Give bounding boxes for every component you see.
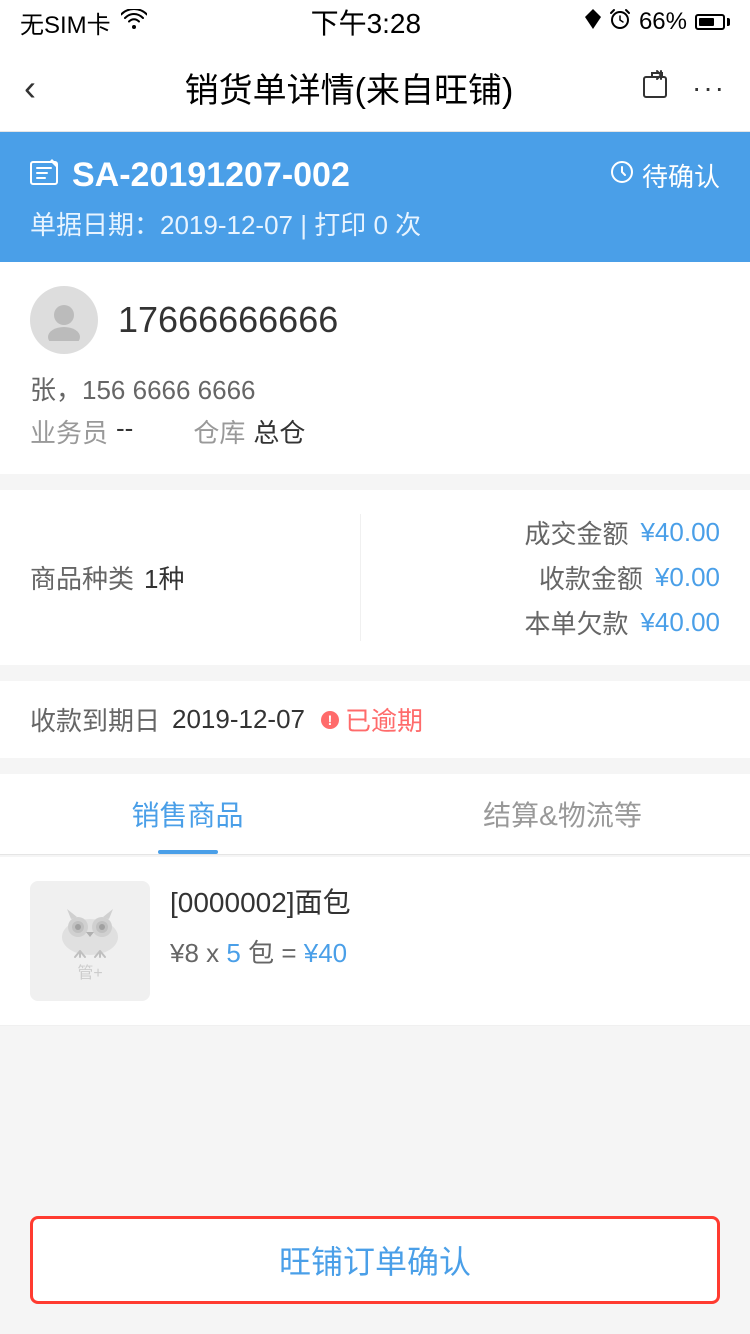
confirm-order-button[interactable]: 旺铺订单确认: [30, 1216, 720, 1304]
sales-value: --: [116, 413, 133, 450]
deal-amount-value: ¥40.00: [640, 517, 720, 548]
due-date-value: 2019-12-07: [172, 704, 305, 735]
product-total: ¥40: [304, 938, 347, 968]
status-clock-icon: [610, 160, 634, 191]
due-date-card: 收款到期日 2019-12-07 ! 已逾期: [0, 681, 750, 758]
page-title: 销货单详情(来自旺铺): [56, 63, 642, 112]
sales-meta: 业务员 --: [30, 413, 133, 450]
confirm-btn-container: 旺铺订单确认: [0, 1196, 750, 1334]
status-left: 无SIM卡: [20, 5, 147, 40]
tab-goods[interactable]: 销售商品: [0, 774, 375, 854]
customer-meta: 业务员 -- 仓库 总仓: [30, 413, 720, 450]
order-status: 待确认: [610, 157, 720, 194]
wifi-icon: [121, 8, 147, 36]
order-id-text: SA-20191207-002: [72, 156, 350, 195]
product-price-sep: x: [206, 938, 226, 968]
battery-percentage: 66%: [639, 8, 687, 36]
goods-type-value: 1种: [144, 559, 184, 596]
due-date-label: 收款到期日: [30, 701, 160, 738]
product-list: 管+ [0000002]面包 ¥8 x 5 包 = ¥40: [0, 857, 750, 1026]
owed-value: ¥40.00: [640, 607, 720, 638]
customer-top: 17666666666: [30, 286, 720, 354]
product-unit: 包: [248, 938, 274, 968]
confirm-order-label: 旺铺订单确认: [279, 1237, 471, 1283]
received-value: ¥0.00: [655, 562, 720, 593]
customer-card: 17666666666 张，156 6666 6666 业务员 -- 仓库 总仓: [0, 262, 750, 474]
status-bar: 无SIM卡 下午3:28 66%: [0, 0, 750, 44]
product-item: 管+ [0000002]面包 ¥8 x 5 包 = ¥40: [0, 857, 750, 1026]
nav-actions: ···: [642, 69, 726, 107]
product-info: [0000002]面包 ¥8 x 5 包 = ¥40: [170, 881, 720, 1001]
status-text: 待确认: [642, 157, 720, 194]
tab-settlement[interactable]: 结算&物流等: [375, 774, 750, 854]
order-id-icon: [30, 156, 62, 195]
owed-label: 本单欠款: [524, 604, 628, 641]
customer-avatar: [30, 286, 98, 354]
product-price: ¥8 x 5 包 = ¥40: [170, 933, 720, 970]
customer-name: 张，156 6666 6666: [30, 370, 720, 407]
back-button[interactable]: ‹: [24, 67, 36, 109]
carrier-text: 无SIM卡: [20, 5, 111, 40]
status-time: 下午3:28: [311, 2, 422, 42]
sales-label: 业务员: [30, 413, 108, 450]
product-qty: 5: [226, 938, 240, 968]
share-button[interactable]: [642, 69, 672, 107]
product-name: [0000002]面包: [170, 881, 720, 921]
product-thumbnail: 管+: [30, 881, 150, 1001]
status-right: 66%: [585, 8, 730, 37]
stats-left: 商品种类 1种: [30, 514, 361, 641]
goods-type-label: 商品种类: [30, 559, 134, 596]
location-icon: [585, 8, 601, 36]
deal-amount-item: 成交金额 ¥40.00: [391, 514, 721, 551]
product-eq: =: [281, 938, 303, 968]
product-thumb-label: 管+: [77, 959, 102, 983]
received-label: 收款金额: [539, 559, 643, 596]
tabs-container: 销售商品 结算&物流等: [0, 774, 750, 855]
order-header: SA-20191207-002 待确认 单据日期：2019-12-07 | 打印…: [0, 132, 750, 262]
overdue-badge: ! 已逾期: [321, 701, 423, 738]
warehouse-meta: 仓库 总仓: [193, 413, 305, 450]
customer-phone: 17666666666: [118, 299, 338, 341]
overdue-text: 已逾期: [345, 701, 423, 738]
owed-item: 本单欠款 ¥40.00: [391, 604, 721, 641]
overdue-dot-icon: !: [321, 711, 339, 729]
battery-icon: [695, 14, 730, 30]
more-button[interactable]: ···: [692, 72, 726, 104]
order-id-section: SA-20191207-002: [30, 156, 350, 195]
deal-amount-label: 成交金额: [524, 514, 628, 551]
warehouse-value: 总仓: [253, 413, 305, 450]
stats-right: 成交金额 ¥40.00 收款金额 ¥0.00 本单欠款 ¥40.00: [361, 514, 721, 641]
stats-card: 商品种类 1种 成交金额 ¥40.00 收款金额 ¥0.00 本单欠款 ¥40.…: [0, 490, 750, 665]
nav-bar: ‹ 销货单详情(来自旺铺) ···: [0, 44, 750, 132]
product-price-value: ¥8: [170, 938, 199, 968]
warehouse-label: 仓库: [193, 413, 245, 450]
received-item: 收款金额 ¥0.00: [391, 559, 721, 596]
alarm-icon: [609, 8, 631, 37]
order-date: 单据日期：2019-12-07 | 打印 0 次: [30, 205, 720, 242]
